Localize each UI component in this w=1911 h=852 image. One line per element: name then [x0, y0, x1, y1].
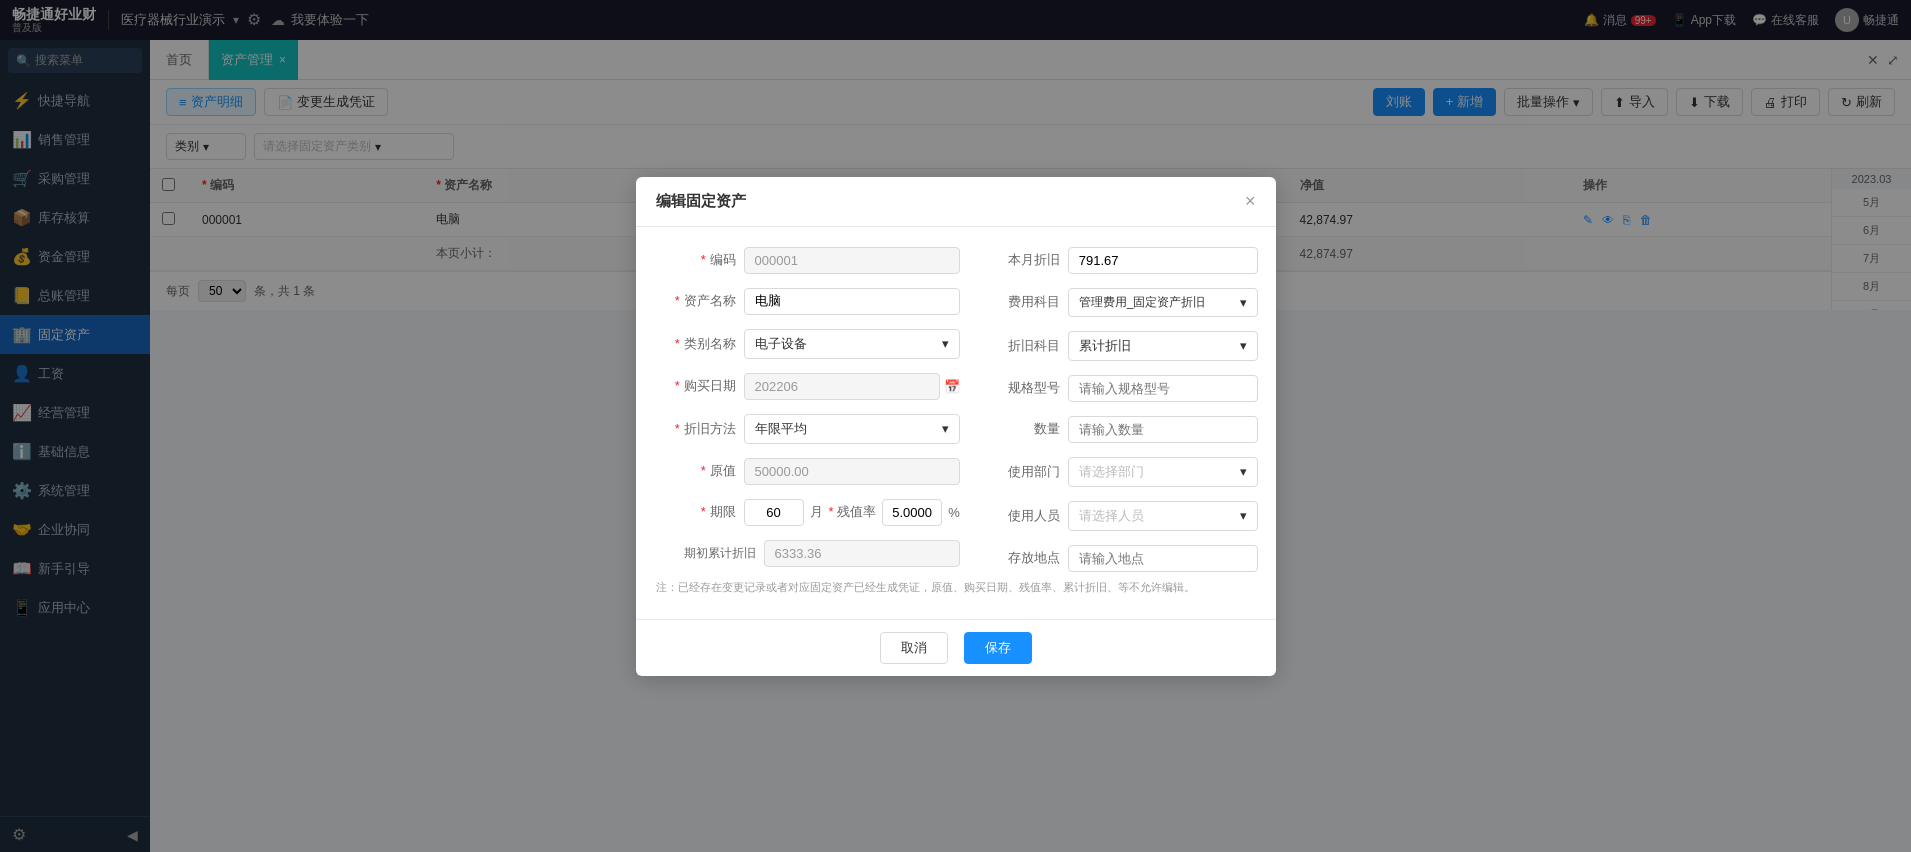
department-label: 使用部门	[980, 463, 1060, 481]
residual-rate-unit: %	[948, 505, 960, 520]
modal-footer: 取消 保存	[636, 619, 1276, 676]
form-col-left: * 编码 * 资产名称 * 类别名称 电子设备 ▾	[656, 247, 960, 572]
spec-label: 规格型号	[980, 379, 1060, 397]
asset-name-input[interactable]	[744, 288, 960, 315]
form-item-initial-depreciation: 期初累计折旧	[656, 540, 960, 567]
modal-header: 编辑固定资产 ×	[636, 177, 1276, 227]
form-item-period: * 期限 月 * 残值率 %	[656, 499, 960, 526]
monthly-depreciation-label: 本月折旧	[980, 251, 1060, 269]
form-note: 注：已经存在变更记录或者对应固定资产已经生成凭证，原值、购买日期、残值率、累计折…	[656, 572, 1256, 599]
form-item-quantity: 数量	[980, 416, 1258, 443]
form-item-category: * 类别名称 电子设备 ▾	[656, 329, 960, 359]
depreciation-chevron: ▾	[942, 421, 949, 436]
residual-rate-label: * 残值率	[829, 503, 877, 521]
spec-input[interactable]	[1068, 375, 1258, 402]
residual-rate-input[interactable]	[882, 499, 942, 526]
modal-body: * 编码 * 资产名称 * 类别名称 电子设备 ▾	[636, 227, 1276, 619]
period-label: * 期限	[656, 503, 736, 521]
code-label: * 编码	[656, 251, 736, 269]
location-input[interactable]	[1068, 545, 1258, 572]
code-input[interactable]	[744, 247, 960, 274]
asset-name-label: * 资产名称	[656, 292, 736, 310]
modal-title: 编辑固定资产	[656, 192, 746, 211]
monthly-depreciation-input[interactable]	[1068, 247, 1258, 274]
edit-asset-modal: 编辑固定资产 × * 编码 * 资产名称	[636, 177, 1276, 676]
depreciation-subject-select[interactable]: 累计折旧 ▾	[1068, 331, 1258, 361]
depreciation-method-label: * 折旧方法	[656, 420, 736, 438]
purchase-date-input[interactable]	[744, 373, 940, 400]
form-item-original-value: * 原值	[656, 458, 960, 485]
modal-close-btn[interactable]: ×	[1245, 191, 1256, 212]
category-chevron: ▾	[942, 336, 949, 351]
expense-subject-select[interactable]: 管理费用_固定资产折旧 ▾	[1068, 288, 1258, 317]
expense-chevron: ▾	[1240, 295, 1247, 310]
form-item-spec: 规格型号	[980, 375, 1258, 402]
calendar-icon[interactable]: 📅	[944, 379, 960, 394]
form-item-depreciation-subject: 折旧科目 累计折旧 ▾	[980, 331, 1258, 361]
purchase-date-group: 📅	[744, 373, 960, 400]
form-item-purchase-date: * 购买日期 📅	[656, 373, 960, 400]
dept-chevron: ▾	[1240, 464, 1247, 479]
form-item-monthly-depreciation: 本月折旧	[980, 247, 1258, 274]
form-grid: * 编码 * 资产名称 * 类别名称 电子设备 ▾	[656, 247, 1256, 572]
form-item-user: 使用人员 请选择人员 ▾	[980, 501, 1258, 531]
form-item-depreciation-method: * 折旧方法 年限平均 ▾	[656, 414, 960, 444]
initial-depreciation-input[interactable]	[764, 540, 960, 567]
quantity-input[interactable]	[1068, 416, 1258, 443]
original-value-input[interactable]	[744, 458, 960, 485]
category-select[interactable]: 电子设备 ▾	[744, 329, 960, 359]
depreciation-subject-label: 折旧科目	[980, 337, 1060, 355]
purchase-date-label: * 购买日期	[656, 377, 736, 395]
form-item-department: 使用部门 请选择部门 ▾	[980, 457, 1258, 487]
depreciation-method-select[interactable]: 年限平均 ▾	[744, 414, 960, 444]
period-group: 月 * 残值率 %	[744, 499, 960, 526]
expense-subject-label: 费用科目	[980, 293, 1060, 311]
quantity-label: 数量	[980, 420, 1060, 438]
save-button[interactable]: 保存	[964, 632, 1032, 664]
user-select[interactable]: 请选择人员 ▾	[1068, 501, 1258, 531]
category-label: * 类别名称	[656, 335, 736, 353]
form-col-right: 本月折旧 费用科目 管理费用_固定资产折旧 ▾ 折旧科目	[980, 247, 1258, 572]
form-item-code: * 编码	[656, 247, 960, 274]
department-select[interactable]: 请选择部门 ▾	[1068, 457, 1258, 487]
location-label: 存放地点	[980, 549, 1060, 567]
cancel-button[interactable]: 取消	[880, 632, 948, 664]
period-unit: 月	[810, 503, 823, 521]
original-value-label: * 原值	[656, 462, 736, 480]
user-chevron: ▾	[1240, 508, 1247, 523]
modal-overlay: 编辑固定资产 × * 编码 * 资产名称	[0, 0, 1911, 852]
dep-subject-chevron: ▾	[1240, 338, 1247, 353]
user-label: 使用人员	[980, 507, 1060, 525]
period-input[interactable]	[744, 499, 804, 526]
initial-depreciation-label: 期初累计折旧	[656, 545, 756, 562]
form-item-location: 存放地点	[980, 545, 1258, 572]
form-item-asset-name: * 资产名称	[656, 288, 960, 315]
form-item-expense-subject: 费用科目 管理费用_固定资产折旧 ▾	[980, 288, 1258, 317]
